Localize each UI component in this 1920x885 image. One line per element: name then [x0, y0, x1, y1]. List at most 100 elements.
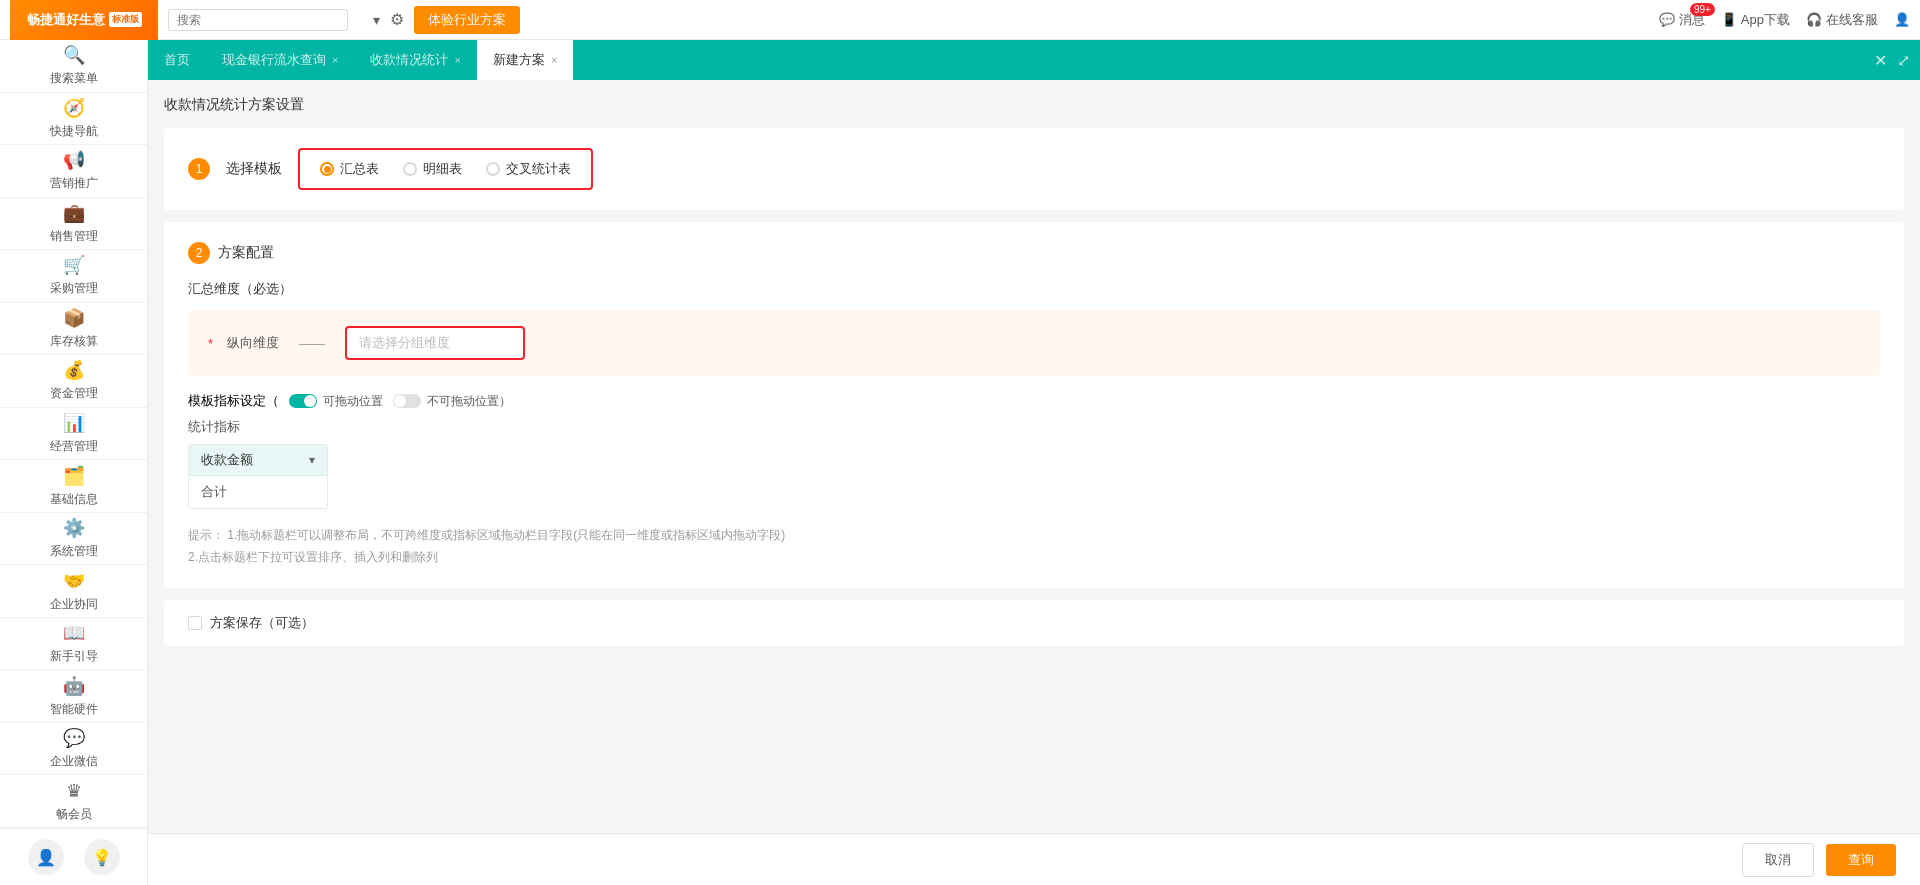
metrics-dropdown-icon[interactable]: ▾: [309, 453, 315, 467]
sidebar-item-guide-label: 新手引导: [50, 648, 98, 665]
sidebar-item-nav[interactable]: 🧭 快捷导航: [0, 93, 147, 146]
messages-item[interactable]: 💬 消息 99+: [1659, 11, 1705, 29]
trial-button[interactable]: 体验行业方案: [414, 6, 520, 34]
radio-summary-circle: [320, 162, 334, 176]
inventory-icon: 📦: [63, 307, 85, 329]
support-item[interactable]: 🎧 在线客服: [1806, 11, 1878, 29]
messages-badge: 99+: [1690, 3, 1715, 16]
basic-icon: 🗂️: [63, 465, 85, 487]
sidebar-item-collab[interactable]: 🤝 企业协同: [0, 565, 147, 618]
required-mark: *: [208, 336, 213, 351]
sidebar-item-collab-label: 企业协同: [50, 596, 98, 613]
toggle-nondraggable-pill[interactable]: [393, 394, 421, 408]
tab-bar: 首页 现金银行流水查询 × 收款情况统计 × 新建方案 × ✕ ⤢: [148, 40, 1920, 80]
tab-expand-icon[interactable]: ⤢: [1897, 51, 1910, 70]
logo-text: 畅捷通好生意: [27, 11, 105, 29]
query-button[interactable]: 查询: [1826, 844, 1896, 876]
sidebar-item-member-label: 畅会员: [56, 806, 92, 823]
sidebar-item-wechat-label: 企业微信: [50, 753, 98, 770]
metrics-header-row: 模板指标设定（ 可拖动位置 不可拖动位置）: [188, 392, 1880, 410]
search-input[interactable]: [168, 9, 348, 31]
metrics-column-header: 收款金额: [201, 451, 253, 469]
finance-icon: 💰: [63, 359, 85, 381]
user-avatar[interactable]: 👤: [1894, 12, 1910, 27]
management-icon: 📊: [63, 412, 85, 434]
metrics-header-label: 模板指标设定（: [188, 392, 279, 410]
sidebar-item-system-label: 系统管理: [50, 543, 98, 560]
sidebar-bottom-icon2[interactable]: 💡: [84, 839, 120, 875]
tab-newplan[interactable]: 新建方案 ×: [477, 40, 573, 80]
sidebar-item-hardware[interactable]: 🤖 智能硬件: [0, 670, 147, 723]
sidebar-item-sales[interactable]: 💼 销售管理: [0, 198, 147, 251]
toggle-draggable-pill[interactable]: [289, 394, 317, 408]
sidebar-item-marketing-label: 营销推广: [50, 175, 98, 192]
sidebar-item-basic[interactable]: 🗂️ 基础信息: [0, 460, 147, 513]
collab-icon: 🤝: [63, 570, 85, 592]
sidebar: 🔍 搜索菜单 🧭 快捷导航 📢 营销推广 💼 销售管理 🛒 采购管理 📦 库存核…: [0, 40, 148, 885]
stats-label: 统计指标: [188, 418, 1880, 436]
sidebar-item-marketing[interactable]: 📢 营销推广: [0, 145, 147, 198]
sidebar-item-purchase-label: 采购管理: [50, 280, 98, 297]
tips-section: 提示： 1.拖动标题栏可以调整布局，不可跨维度或指标区域拖动栏目字段(只能在同一…: [188, 525, 1880, 568]
tab-cashflow[interactable]: 现金银行流水查询 ×: [206, 40, 354, 80]
toggle-nondraggable[interactable]: 不可拖动位置）: [393, 393, 511, 410]
marketing-icon: 📢: [63, 149, 85, 171]
sidebar-item-finance-label: 资金管理: [50, 385, 98, 402]
tab-receivables-close[interactable]: ×: [454, 54, 460, 66]
tab-receivables[interactable]: 收款情况统计 ×: [354, 40, 476, 80]
header-search-area: [168, 9, 368, 31]
radio-summary[interactable]: 汇总表: [320, 160, 379, 178]
sidebar-item-finance[interactable]: 💰 资金管理: [0, 355, 147, 408]
tab-home[interactable]: 首页: [148, 40, 206, 80]
toggle-draggable-label: 可拖动位置: [323, 393, 383, 410]
step1-badge: 1: [188, 158, 210, 180]
dimension-select[interactable]: 请选择分组维度: [345, 326, 525, 360]
sidebar-bottom: 👤 💡: [0, 828, 147, 885]
sidebar-item-management[interactable]: 📊 经营管理: [0, 408, 147, 461]
metrics-table-header: 收款金额 ▾: [189, 445, 327, 476]
search-dropdown-icon[interactable]: ▾: [373, 12, 380, 28]
tab-cashflow-close[interactable]: ×: [332, 54, 338, 66]
step2-badge: 2: [188, 242, 210, 264]
search-menu-icon: 🔍: [63, 44, 85, 66]
sidebar-item-guide[interactable]: 📖 新手引导: [0, 618, 147, 671]
radio-cross-circle: [486, 162, 500, 176]
metrics-table: 收款金额 ▾ 合计: [188, 444, 328, 509]
main-content: 收款情况统计方案设置 1 选择模板 汇总表 明细表 交叉统计表: [148, 80, 1920, 885]
step1-row: 1 选择模板 汇总表 明细表 交叉统计表: [188, 148, 1880, 190]
dimension-area: * 纵向维度 —— 请选择分组维度: [188, 310, 1880, 376]
radio-detail-circle: [403, 162, 417, 176]
save-checkbox[interactable]: [188, 616, 202, 630]
sidebar-item-inventory[interactable]: 📦 库存核算: [0, 303, 147, 356]
sidebar-item-sales-label: 销售管理: [50, 228, 98, 245]
sales-icon: 💼: [63, 202, 85, 224]
radio-detail-label: 明细表: [423, 160, 462, 178]
step2-card: 2 方案配置 汇总维度（必选） * 纵向维度 —— 请选择分组维度 模板指标设定…: [164, 222, 1904, 588]
sidebar-item-member[interactable]: ♛ 畅会员: [0, 775, 147, 828]
tips-line2: 2.点击标题栏下拉可设置排序、插入列和删除列: [188, 547, 1880, 569]
cancel-button[interactable]: 取消: [1742, 843, 1814, 877]
download-icon: 📱: [1721, 12, 1737, 27]
radio-detail[interactable]: 明细表: [403, 160, 462, 178]
header-right: 💬 消息 99+ 📱 App下载 🎧 在线客服 👤: [1659, 11, 1910, 29]
sidebar-item-search[interactable]: 🔍 搜索菜单: [0, 40, 147, 93]
wechat-icon: 💬: [63, 727, 85, 749]
sidebar-item-purchase[interactable]: 🛒 采购管理: [0, 250, 147, 303]
download-label: App下载: [1741, 11, 1790, 29]
tab-receivables-label: 收款情况统计: [370, 51, 448, 69]
settings-icon[interactable]: ⚙: [390, 10, 404, 29]
sidebar-item-management-label: 经营管理: [50, 438, 98, 455]
radio-cross[interactable]: 交叉统计表: [486, 160, 571, 178]
template-selection: 汇总表 明细表 交叉统计表: [298, 148, 593, 190]
sidebar-item-system[interactable]: ⚙️ 系统管理: [0, 513, 147, 566]
tab-newplan-close[interactable]: ×: [551, 54, 557, 66]
headset-icon: 🎧: [1806, 12, 1822, 27]
tab-close-icon[interactable]: ✕: [1874, 51, 1887, 70]
support-label: 在线客服: [1826, 11, 1878, 29]
sidebar-item-wechat[interactable]: 💬 企业微信: [0, 723, 147, 776]
download-item[interactable]: 📱 App下载: [1721, 11, 1790, 29]
tab-actions: ✕ ⤢: [1874, 51, 1920, 70]
step2-label: 方案配置: [218, 244, 274, 262]
toggle-draggable[interactable]: 可拖动位置: [289, 393, 383, 410]
sidebar-bottom-icon1[interactable]: 👤: [28, 839, 64, 875]
